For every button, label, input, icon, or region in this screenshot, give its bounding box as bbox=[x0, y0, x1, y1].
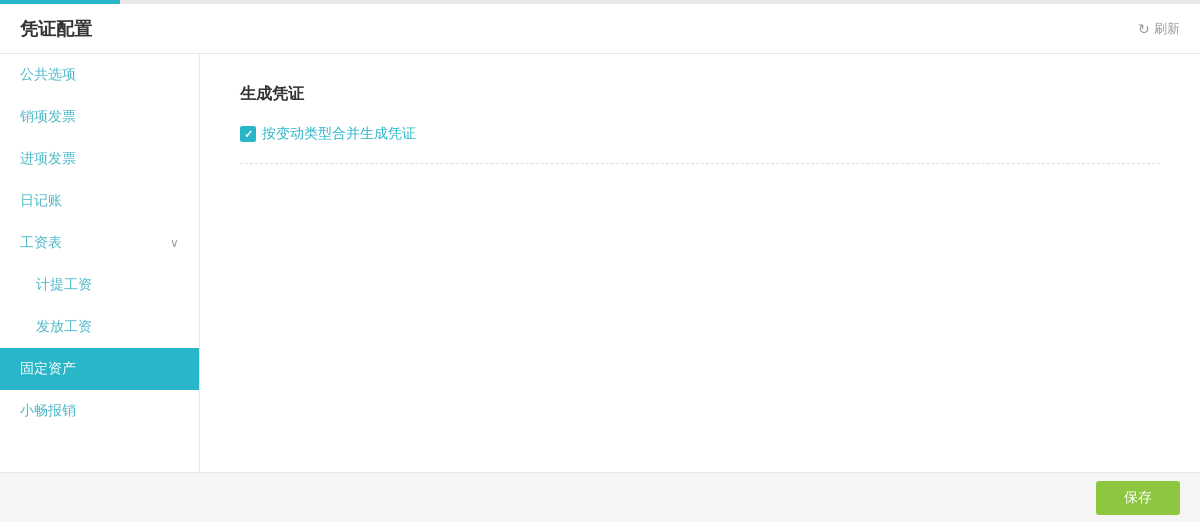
sidebar-item-expense-report[interactable]: 小畅报销 bbox=[0, 390, 199, 432]
save-button[interactable]: 保存 bbox=[1096, 481, 1180, 515]
section-divider bbox=[240, 163, 1160, 164]
sidebar-item-label: 公共选项 bbox=[20, 66, 76, 84]
sidebar-item-label: 计提工资 bbox=[36, 276, 92, 294]
sidebar-item-label: 进项发票 bbox=[20, 150, 76, 168]
page-body: 公共选项销项发票进项发票日记账工资表 ∨ 计提工资发放工资固定资产小畅报销 生成凭证… bbox=[0, 54, 1200, 472]
page-footer: 保存 bbox=[0, 472, 1200, 522]
top-nav-bar bbox=[0, 0, 1200, 4]
sidebar-item-purchase-invoice[interactable]: 进项发票 bbox=[0, 138, 199, 180]
sidebar: 公共选项销项发票进项发票日记账工资表 ∨ 计提工资发放工资固定资产小畅报销 bbox=[0, 54, 200, 472]
refresh-label: 刷新 bbox=[1154, 20, 1180, 38]
sidebar-item-sales-invoice[interactable]: 销项发票 bbox=[0, 96, 199, 138]
sidebar-item-label: 日记账 bbox=[20, 192, 62, 210]
sidebar-item-label: 发放工资 bbox=[36, 318, 92, 336]
chevron-down-icon: ∨ bbox=[170, 236, 179, 250]
sidebar-item-public-options[interactable]: 公共选项 bbox=[0, 54, 199, 96]
page-title: 凭证配置 bbox=[20, 17, 92, 41]
sidebar-item-journal[interactable]: 日记账 bbox=[0, 180, 199, 222]
sidebar-item-label: 固定资产 bbox=[20, 360, 76, 378]
refresh-icon: ↻ bbox=[1138, 21, 1150, 37]
sidebar-item-payroll-table[interactable]: 工资表 ∨ bbox=[0, 222, 199, 264]
sidebar-item-fixed-assets[interactable]: 固定资产 bbox=[0, 348, 199, 390]
sidebar-item-label: 工资表 bbox=[20, 234, 62, 252]
sidebar-item-pay-payroll[interactable]: 发放工资 bbox=[0, 306, 199, 348]
top-nav-active-indicator bbox=[0, 0, 120, 4]
merge-checkbox[interactable] bbox=[240, 126, 256, 142]
main-content: 生成凭证 按变动类型合并生成凭证 bbox=[200, 54, 1200, 472]
merge-checkbox-label: 按变动类型合并生成凭证 bbox=[262, 125, 416, 143]
refresh-button[interactable]: ↻ 刷新 bbox=[1138, 20, 1180, 38]
sidebar-item-label: 小畅报销 bbox=[20, 402, 76, 420]
sidebar-item-label: 销项发票 bbox=[20, 108, 76, 126]
merge-checkbox-wrapper[interactable]: 按变动类型合并生成凭证 bbox=[240, 125, 416, 143]
option-row: 按变动类型合并生成凭证 bbox=[240, 125, 1160, 143]
section-title: 生成凭证 bbox=[240, 84, 1160, 105]
page-header: 凭证配置 ↻ 刷新 bbox=[0, 4, 1200, 54]
sidebar-item-calc-payroll[interactable]: 计提工资 bbox=[0, 264, 199, 306]
